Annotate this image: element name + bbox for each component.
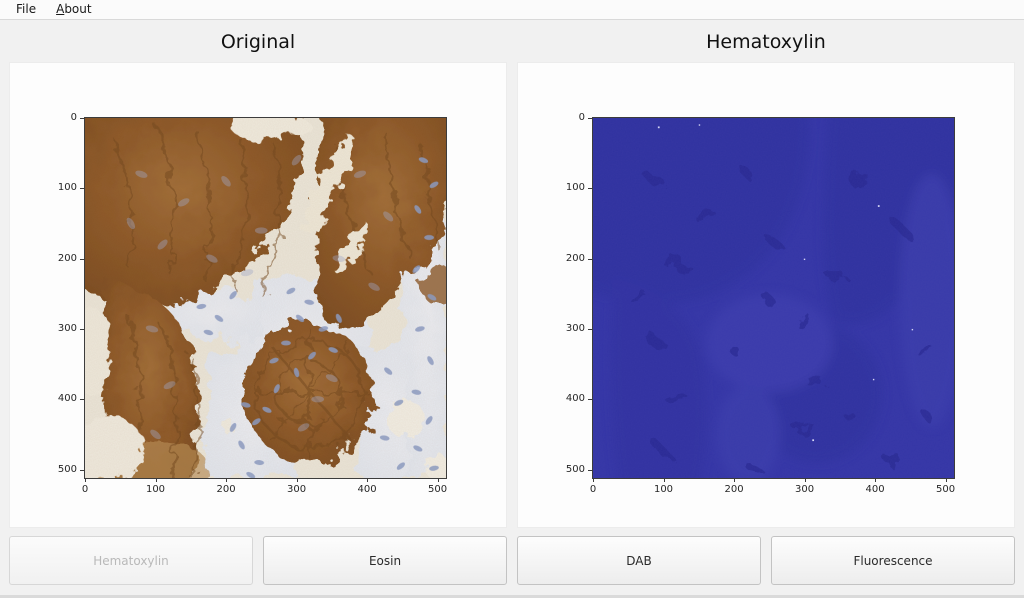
dab-button[interactable]: DAB bbox=[517, 536, 761, 585]
y-tick-mark bbox=[80, 469, 84, 471]
y-tick-mark bbox=[80, 399, 84, 401]
panel-original: 0 100 200 300 400 500 0 100 200 300 400 500 bbox=[9, 62, 507, 528]
eosin-button[interactable]: Eosin bbox=[263, 536, 507, 585]
original-histology-image bbox=[85, 118, 446, 478]
y-tick-label: 300 bbox=[565, 322, 585, 334]
y-tick-label: 400 bbox=[57, 393, 77, 405]
y-tick-mark bbox=[588, 118, 592, 119]
y-tick-label: 300 bbox=[57, 322, 77, 334]
x-tick-label: 0 bbox=[589, 484, 597, 495]
y-tick-label: 200 bbox=[57, 252, 77, 264]
y-tick-label: 200 bbox=[565, 252, 585, 264]
x-tick-label: 400 bbox=[865, 484, 885, 495]
x-tick-label: 400 bbox=[357, 484, 377, 495]
stain-button-row: Hematoxylin Eosin DAB Fluorescence bbox=[9, 536, 1015, 585]
menu-item-about[interactable]: About bbox=[48, 0, 100, 19]
x-tick-label: 500 bbox=[427, 484, 448, 495]
x-tick-label: 300 bbox=[286, 484, 307, 495]
y-tick-label: 500 bbox=[57, 463, 77, 475]
x-tick-label: 300 bbox=[794, 484, 815, 495]
hematoxylin-button[interactable]: Hematoxylin bbox=[9, 536, 253, 585]
y-tick-mark bbox=[588, 258, 592, 260]
y-tick-mark bbox=[80, 258, 84, 260]
original-image-plot: 0 100 200 300 400 500 0 100 200 300 400 500 bbox=[58, 113, 447, 495]
y-tick-mark bbox=[80, 328, 84, 330]
fluorescence-button[interactable]: Fluorescence bbox=[771, 536, 1015, 585]
x-tick-mark bbox=[367, 478, 369, 482]
y-tick-label: 100 bbox=[57, 182, 77, 194]
menubar: File About bbox=[0, 0, 1024, 20]
menu-item-file[interactable]: File bbox=[8, 0, 44, 19]
y-tick-mark bbox=[588, 399, 592, 401]
y-tick-label: 400 bbox=[565, 393, 585, 405]
x-tick-mark bbox=[663, 478, 665, 482]
x-tick-label: 0 bbox=[81, 484, 89, 495]
x-tick-label: 100 bbox=[145, 484, 166, 495]
x-tick-mark bbox=[155, 478, 157, 482]
hematoxylin-image-plot: 0 100 200 300 400 500 0 100 200 300 400 500 bbox=[566, 113, 955, 495]
y-tick-mark bbox=[80, 118, 84, 119]
y-tick-mark bbox=[588, 469, 592, 471]
figure-title-hematoxylin: Hematoxylin bbox=[706, 31, 826, 53]
x-tick-mark bbox=[734, 478, 736, 482]
x-tick-mark bbox=[945, 478, 947, 482]
x-tick-label: 200 bbox=[724, 484, 744, 495]
y-tick-label: 0 bbox=[578, 112, 585, 123]
x-tick-mark bbox=[85, 478, 86, 482]
x-tick-label: 500 bbox=[935, 484, 956, 495]
y-tick-label: 0 bbox=[70, 112, 77, 123]
y-tick-label: 500 bbox=[565, 463, 585, 475]
x-tick-mark bbox=[593, 478, 594, 482]
x-tick-mark bbox=[804, 478, 806, 482]
y-tick-mark bbox=[588, 188, 592, 190]
x-tick-mark bbox=[296, 478, 298, 482]
y-tick-mark bbox=[80, 188, 84, 190]
y-tick-mark bbox=[588, 328, 592, 330]
x-tick-mark bbox=[875, 478, 877, 482]
hematoxylin-channel-image bbox=[593, 118, 954, 478]
panel-hematoxylin: 0 100 200 300 400 500 0 100 200 300 400 500 bbox=[517, 62, 1015, 528]
x-tick-mark bbox=[437, 478, 439, 482]
x-tick-mark bbox=[226, 478, 228, 482]
y-tick-label: 100 bbox=[565, 182, 585, 194]
figure-title-original: Original bbox=[220, 31, 296, 53]
x-tick-label: 200 bbox=[216, 484, 236, 495]
x-tick-label: 100 bbox=[653, 484, 674, 495]
